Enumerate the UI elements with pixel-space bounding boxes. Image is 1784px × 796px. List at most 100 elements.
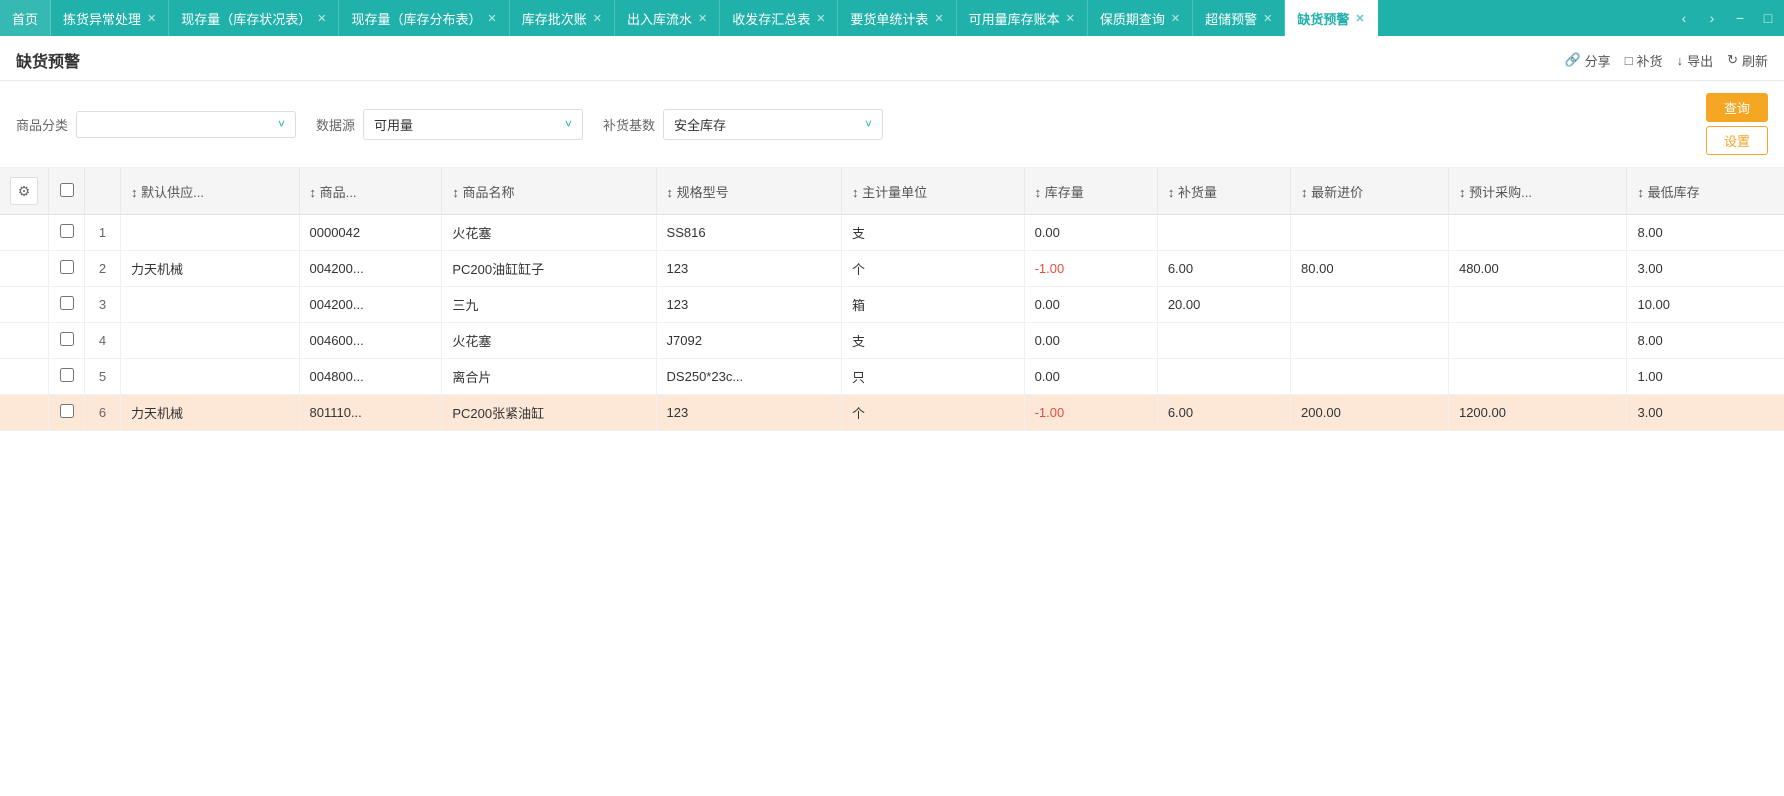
cell-latest-price — [1291, 359, 1449, 395]
col-default-supplier: ↕ 默认供应... — [121, 168, 300, 215]
row-gear-cell — [0, 359, 49, 395]
tab-inout-flow[interactable]: 出入库流水 ✕ — [615, 0, 720, 36]
col-replenish-qty: ↕ 补货量 — [1157, 168, 1290, 215]
row-number: 1 — [85, 215, 121, 251]
cell-product-name: 离合片 — [442, 359, 656, 395]
category-select[interactable]: ˅ — [76, 111, 296, 138]
column-settings-button[interactable]: ⚙ — [10, 177, 38, 205]
cell-supplier — [121, 359, 300, 395]
cell-min-stock: 3.00 — [1627, 395, 1784, 431]
settings-button[interactable]: 设置 — [1706, 126, 1768, 155]
cell-spec: J7092 — [656, 323, 841, 359]
cell-supplier — [121, 323, 300, 359]
cell-spec: 123 — [656, 395, 841, 431]
table-row: 3 004200... 三九 123 箱 0.00 20.00 10.00 — [0, 287, 1784, 323]
replenish-base-select[interactable]: 安全库存 ˅ — [663, 109, 883, 140]
close-tab-abnormal[interactable]: ✕ — [147, 12, 156, 25]
row-number: 6 — [85, 395, 121, 431]
row-number: 2 — [85, 251, 121, 287]
row-checkbox[interactable] — [60, 260, 74, 274]
col-stock: ↕ 库存量 — [1024, 168, 1157, 215]
table-row: 4 004600... 火花塞 J7092 支 0.00 8.00 — [0, 323, 1784, 359]
cell-unit: 支 — [841, 215, 1024, 251]
refresh-button[interactable]: ↻ 刷新 — [1727, 51, 1768, 70]
replenish-icon: □ — [1625, 53, 1633, 68]
cell-unit: 支 — [841, 323, 1024, 359]
tab-overstock[interactable]: 超储预警 ✕ — [1193, 0, 1285, 36]
row-number: 3 — [85, 287, 121, 323]
close-tab-inventory-status[interactable]: ✕ — [317, 12, 326, 25]
row-checkbox-cell — [49, 215, 85, 251]
row-checkbox-cell — [49, 287, 85, 323]
tab-inventory-dist[interactable]: 现存量（库存分布表） ✕ — [339, 0, 509, 36]
tab-available-ledger[interactable]: 可用量库存账本 ✕ — [957, 0, 1088, 36]
cell-unit: 箱 — [841, 287, 1024, 323]
close-tab-batch-account[interactable]: ✕ — [593, 12, 602, 25]
close-tab-inventory-dist[interactable]: ✕ — [488, 12, 497, 25]
close-tab-order-stat[interactable]: ✕ — [934, 12, 943, 25]
tab-scroll-left[interactable]: ‹ — [1672, 6, 1696, 30]
category-chevron-icon: ˅ — [278, 117, 285, 131]
cell-est-purchase — [1448, 287, 1627, 323]
tab-receive-summary[interactable]: 收发存汇总表 ✕ — [720, 0, 838, 36]
cell-stock: 0.00 — [1024, 287, 1157, 323]
close-tab-expiry[interactable]: ✕ — [1171, 12, 1180, 25]
tab-order-stat[interactable]: 要货单统计表 ✕ — [838, 0, 956, 36]
header-actions: 🔗 分享 □ 补货 ↓ 导出 ↻ 刷新 — [1564, 51, 1768, 70]
cell-replenish-qty — [1157, 323, 1290, 359]
row-checkbox[interactable] — [60, 296, 74, 310]
tab-abnormal[interactable]: 拣货异常处理 ✕ — [51, 0, 169, 36]
tab-bar: 首页 拣货异常处理 ✕ 现存量（库存状况表） ✕ 现存量（库存分布表） ✕ 库存… — [0, 0, 1784, 36]
cell-product-name: 火花塞 — [442, 215, 656, 251]
tab-nav-controls: ‹ › − □ — [1668, 6, 1784, 30]
close-tab-available-ledger[interactable]: ✕ — [1066, 12, 1075, 25]
share-button[interactable]: 🔗 分享 — [1564, 51, 1610, 70]
cell-product-code: 801110... — [299, 395, 442, 431]
row-checkbox[interactable] — [60, 368, 74, 382]
datasource-select[interactable]: 可用量 ˅ — [363, 109, 583, 140]
tab-batch-account[interactable]: 库存批次账 ✕ — [510, 0, 615, 36]
query-button[interactable]: 查询 — [1706, 93, 1768, 122]
export-button[interactable]: ↓ 导出 — [1677, 51, 1714, 70]
tab-expiry[interactable]: 保质期查询 ✕ — [1088, 0, 1193, 36]
replenish-button[interactable]: □ 补货 — [1625, 51, 1663, 70]
tab-maximize[interactable]: □ — [1756, 6, 1780, 30]
col-spec: ↕ 规格型号 — [656, 168, 841, 215]
datasource-filter-group: 数据源 可用量 ˅ — [316, 109, 583, 140]
datasource-value: 可用量 — [374, 115, 413, 134]
row-checkbox[interactable] — [60, 332, 74, 346]
tab-home[interactable]: 首页 — [0, 0, 51, 36]
cell-unit: 个 — [841, 251, 1024, 287]
col-unit: ↕ 主计量单位 — [841, 168, 1024, 215]
tab-minimize[interactable]: − — [1728, 6, 1752, 30]
close-tab-overstock[interactable]: ✕ — [1263, 12, 1272, 25]
datasource-chevron-icon: ˅ — [565, 117, 572, 131]
table-row: 6 力天机械 801110... PC200张紧油缸 123 个 -1.00 6… — [0, 395, 1784, 431]
cell-est-purchase — [1448, 359, 1627, 395]
tab-shortage[interactable]: 缺货预警 ✕ — [1285, 0, 1377, 36]
close-tab-shortage[interactable]: ✕ — [1355, 12, 1364, 25]
close-tab-receive-summary[interactable]: ✕ — [816, 12, 825, 25]
cell-spec: 123 — [656, 287, 841, 323]
row-number: 4 — [85, 323, 121, 359]
cell-est-purchase: 480.00 — [1448, 251, 1627, 287]
row-checkbox-cell — [49, 323, 85, 359]
main-content: 缺货预警 🔗 分享 □ 补货 ↓ 导出 ↻ 刷新 商品分类 — [0, 36, 1784, 796]
close-tab-inout-flow[interactable]: ✕ — [698, 12, 707, 25]
cell-min-stock: 10.00 — [1627, 287, 1784, 323]
page-title: 缺货预警 — [16, 48, 80, 72]
filter-row: 商品分类 ˅ 数据源 可用量 ˅ 补货基数 安全库存 ˅ 查询 设置 — [0, 81, 1784, 168]
col-checkbox-all — [49, 168, 85, 215]
select-all-checkbox[interactable] — [60, 183, 74, 197]
tab-scroll-right[interactable]: › — [1700, 6, 1724, 30]
row-checkbox[interactable] — [60, 404, 74, 418]
shortage-table: ⚙ ↕ 默认供应... ↕ 商品... ↕ 商品名称 — [0, 168, 1784, 431]
cell-stock: 0.00 — [1024, 323, 1157, 359]
cell-product-name: 三九 — [442, 287, 656, 323]
row-checkbox[interactable] — [60, 224, 74, 238]
row-gear-cell — [0, 215, 49, 251]
col-est-purchase: ↕ 预计采购... — [1448, 168, 1627, 215]
cell-replenish-qty: 20.00 — [1157, 287, 1290, 323]
cell-supplier: 力天机械 — [121, 251, 300, 287]
tab-inventory-status[interactable]: 现存量（库存状况表） ✕ — [169, 0, 339, 36]
